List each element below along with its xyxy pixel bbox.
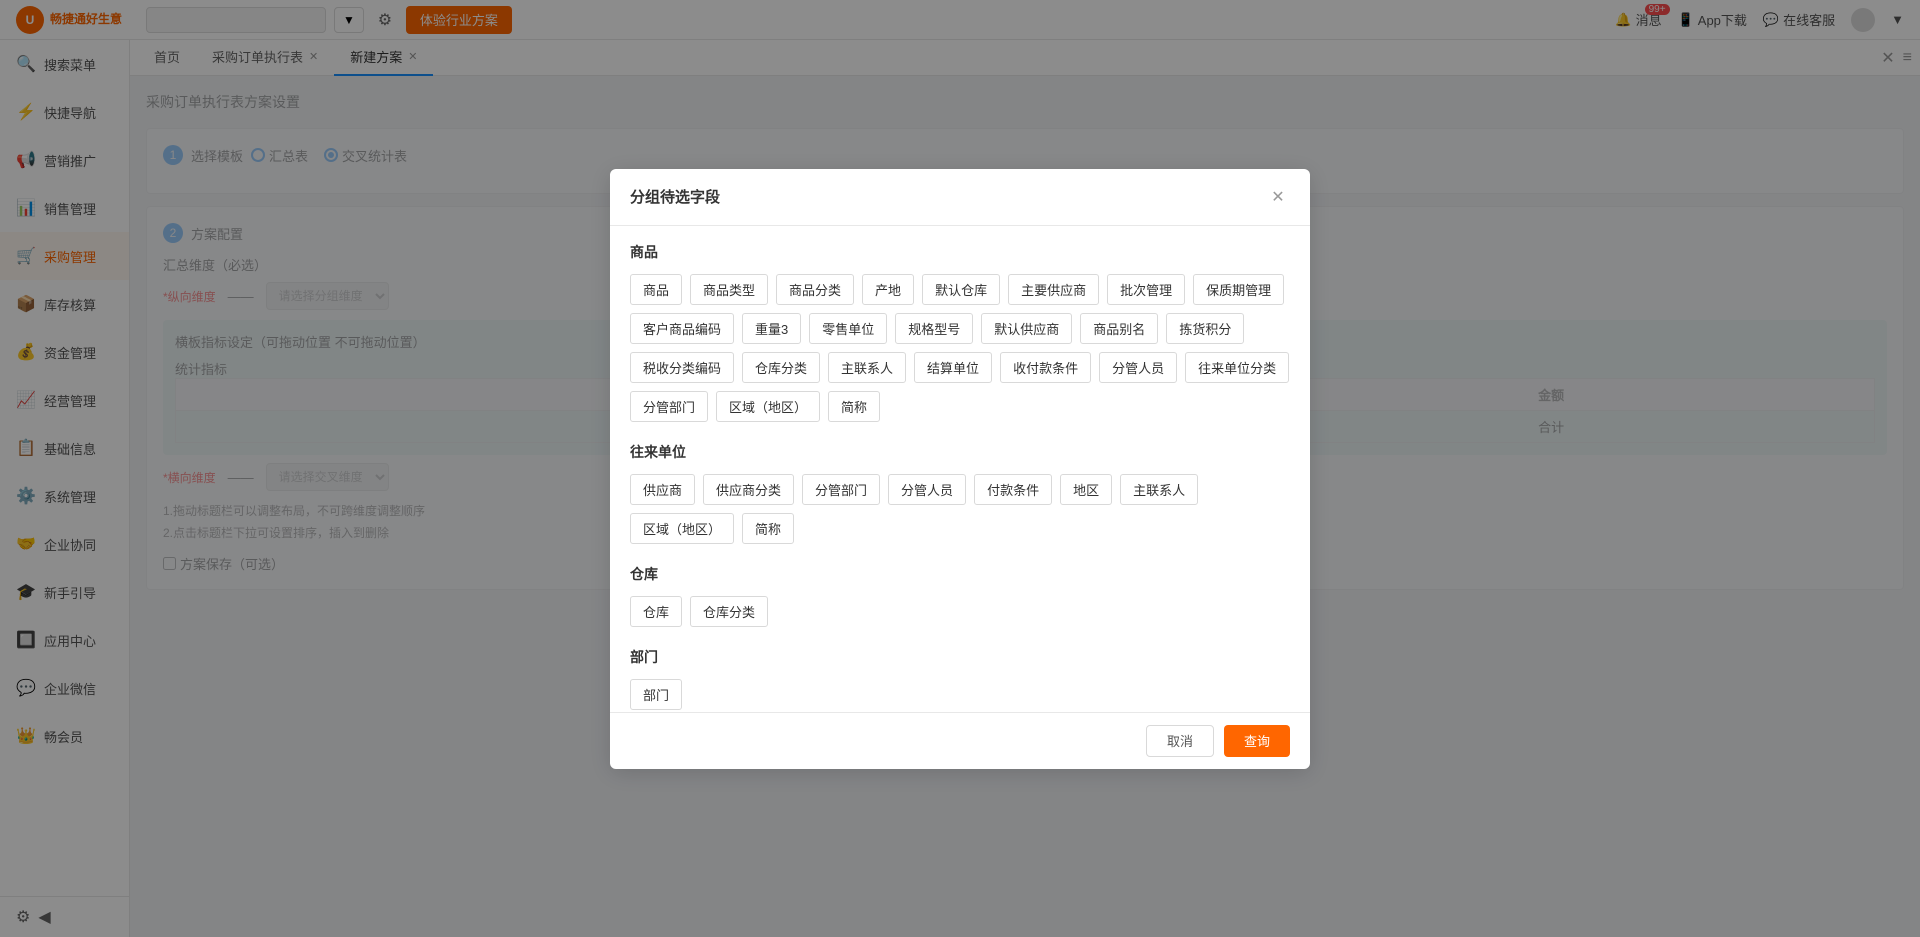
field-abbr-goods[interactable]: 简称 <box>828 391 880 422</box>
field-manage-dept[interactable]: 分管部门 <box>630 391 708 422</box>
section-dept: 部门 部门 <box>630 647 1290 710</box>
field-supplier[interactable]: 供应商 <box>630 474 695 505</box>
section-dept-title: 部门 <box>630 647 1290 667</box>
field-weight3[interactable]: 重量3 <box>742 313 801 344</box>
field-default-supplier[interactable]: 默认供应商 <box>981 313 1072 344</box>
field-warehouse[interactable]: 仓库 <box>630 596 682 627</box>
field-settlement-unit[interactable]: 结算单位 <box>914 352 992 383</box>
section-goods-title: 商品 <box>630 242 1290 262</box>
section-warehouse: 仓库 仓库 仓库分类 <box>630 564 1290 627</box>
field-person-partner[interactable]: 分管人员 <box>888 474 966 505</box>
section-goods: 商品 商品 商品类型 商品分类 产地 默认仓库 主要供应商 批次管理 保质期管理… <box>630 242 1290 422</box>
field-customer-code[interactable]: 客户商品编码 <box>630 313 734 344</box>
section-partner-title: 往来单位 <box>630 442 1290 462</box>
section-dept-fields: 部门 <box>630 679 1290 710</box>
field-goods[interactable]: 商品 <box>630 274 682 305</box>
modal-overlay: 分组待选字段 ✕ 商品 商品 商品类型 商品分类 产地 默认仓库 主要供应商 批… <box>0 0 1920 937</box>
cancel-button[interactable]: 取消 <box>1146 725 1214 757</box>
field-region-goods[interactable]: 区域（地区） <box>716 391 820 422</box>
field-expiry-mgmt[interactable]: 保质期管理 <box>1193 274 1284 305</box>
field-dept-partner[interactable]: 分管部门 <box>802 474 880 505</box>
field-origin[interactable]: 产地 <box>862 274 914 305</box>
field-pay-condition[interactable]: 付款条件 <box>974 474 1052 505</box>
field-main-contact[interactable]: 主联系人 <box>828 352 906 383</box>
section-goods-fields: 商品 商品类型 商品分类 产地 默认仓库 主要供应商 批次管理 保质期管理 客户… <box>630 274 1290 422</box>
field-region-partner[interactable]: 地区 <box>1060 474 1112 505</box>
section-partner-fields: 供应商 供应商分类 分管部门 分管人员 付款条件 地区 主联系人 区域（地区） … <box>630 474 1290 544</box>
field-retail-unit[interactable]: 零售单位 <box>809 313 887 344</box>
field-warehouse-cat[interactable]: 仓库分类 <box>690 596 768 627</box>
modal-header: 分组待选字段 ✕ <box>610 169 1310 226</box>
modal-close-button[interactable]: ✕ <box>1266 185 1290 209</box>
field-spec-model[interactable]: 规格型号 <box>895 313 973 344</box>
field-area-partner[interactable]: 区域（地区） <box>630 513 734 544</box>
field-contact-partner[interactable]: 主联系人 <box>1120 474 1198 505</box>
field-pick-points[interactable]: 拣货积分 <box>1166 313 1244 344</box>
field-partner-category[interactable]: 往来单位分类 <box>1185 352 1289 383</box>
field-supervisor[interactable]: 分管人员 <box>1099 352 1177 383</box>
field-warehouse-category[interactable]: 仓库分类 <box>742 352 820 383</box>
field-goods-type[interactable]: 商品类型 <box>690 274 768 305</box>
section-warehouse-title: 仓库 <box>630 564 1290 584</box>
modal-title: 分组待选字段 <box>630 186 720 207</box>
field-batch-mgmt[interactable]: 批次管理 <box>1107 274 1185 305</box>
modal-body[interactable]: 商品 商品 商品类型 商品分类 产地 默认仓库 主要供应商 批次管理 保质期管理… <box>610 226 1310 712</box>
field-abbr-partner[interactable]: 简称 <box>742 513 794 544</box>
field-select-modal: 分组待选字段 ✕ 商品 商品 商品类型 商品分类 产地 默认仓库 主要供应商 批… <box>610 169 1310 769</box>
field-dept[interactable]: 部门 <box>630 679 682 710</box>
confirm-button[interactable]: 查询 <box>1224 725 1290 757</box>
field-main-supplier[interactable]: 主要供应商 <box>1008 274 1099 305</box>
section-warehouse-fields: 仓库 仓库分类 <box>630 596 1290 627</box>
field-default-warehouse[interactable]: 默认仓库 <box>922 274 1000 305</box>
field-goods-category[interactable]: 商品分类 <box>776 274 854 305</box>
field-supplier-category[interactable]: 供应商分类 <box>703 474 794 505</box>
field-goods-alias[interactable]: 商品别名 <box>1080 313 1158 344</box>
field-tax-code[interactable]: 税收分类编码 <box>630 352 734 383</box>
section-partner: 往来单位 供应商 供应商分类 分管部门 分管人员 付款条件 地区 主联系人 区域… <box>630 442 1290 544</box>
modal-footer: 取消 查询 <box>610 712 1310 769</box>
field-payment-terms[interactable]: 收付款条件 <box>1000 352 1091 383</box>
